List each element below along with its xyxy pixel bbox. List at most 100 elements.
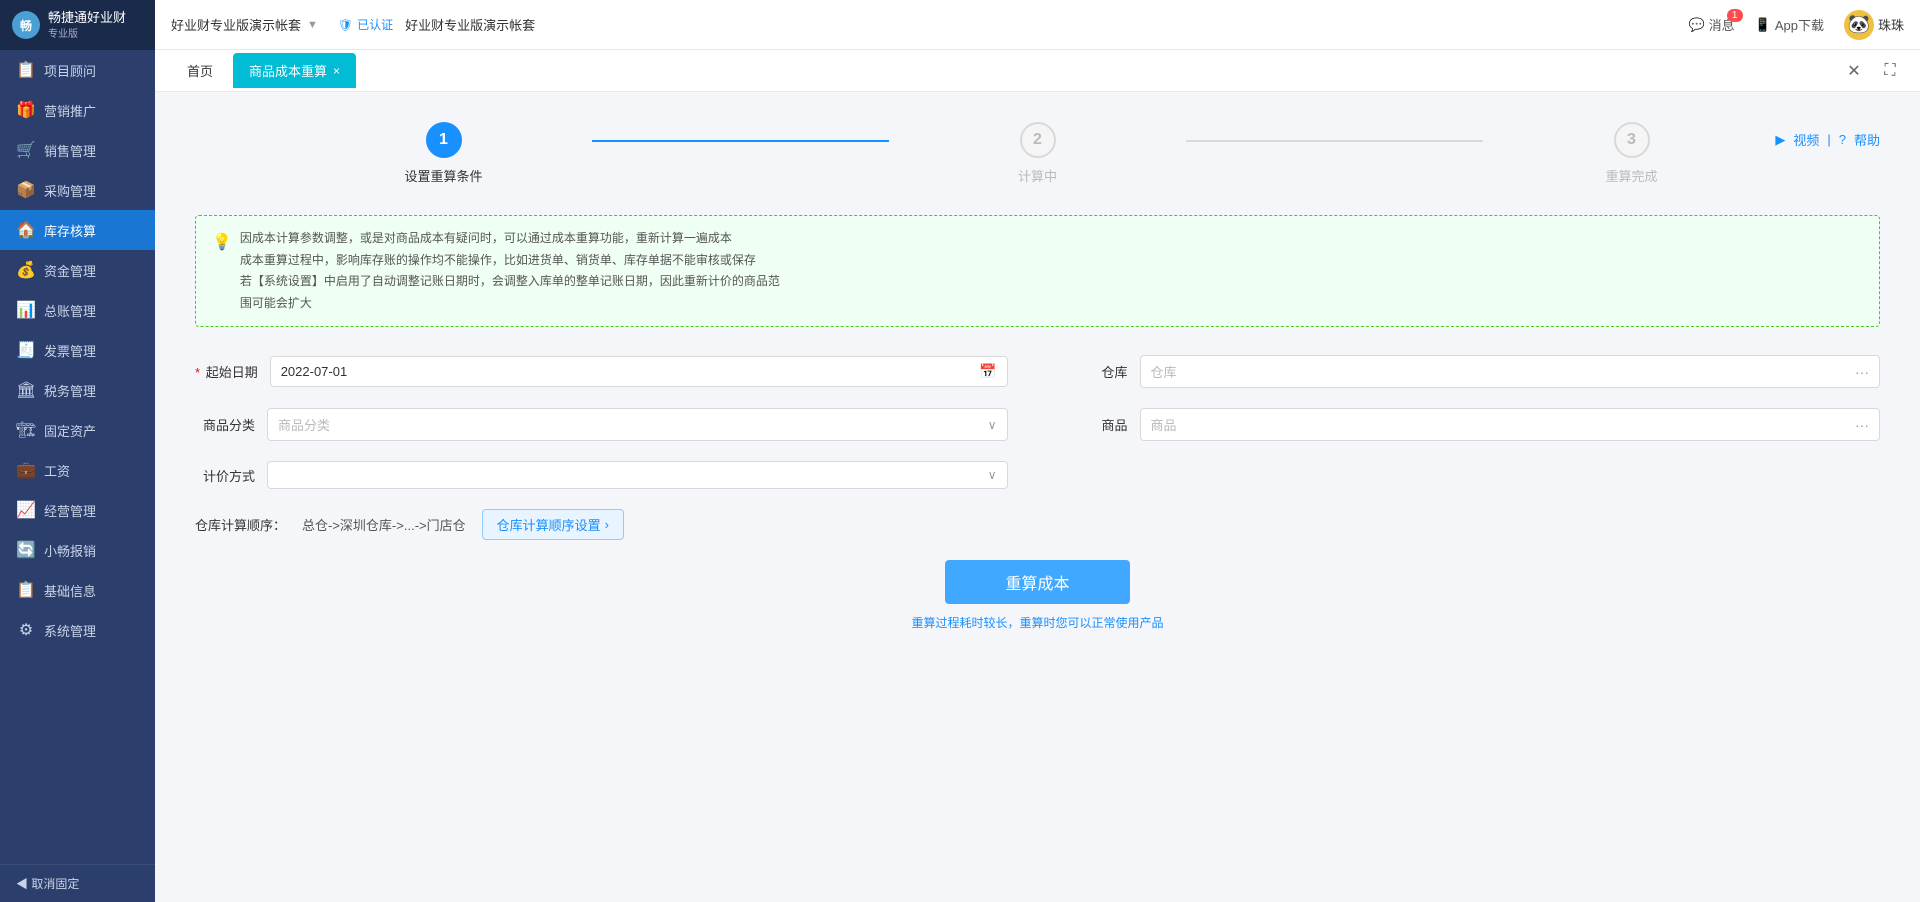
warehouse-row: 仓库 仓库 ··· [1068,355,1881,388]
sidebar-item-finance[interactable]: 💰 资金管理 [0,250,155,290]
verified-text: 已认证 [357,16,393,33]
info-line-3: 若【系统设置】中启用了自动调整记账日期时，会调整入库单的整单记账日期，因此重新计… [240,271,780,293]
form-grid: * 起始日期 2022-07-01 📅 仓库 仓库 ··· 商品分类 [195,355,1880,489]
sidebar-item-tax[interactable]: 🏛 税务管理 [0,370,155,410]
sidebar-label-tax: 税务管理 [44,381,96,400]
sidebar-icon-operation: 📈 [16,500,36,520]
sidebar-scroll: 📋 项目顾问 🎁 营销推广 🛒 销售管理 📦 采购管理 🏠 库存核算 💰 资金管… [0,50,155,864]
pricing-chevron-icon: ∨ [988,468,997,482]
active-tab-label: 商品成本重算 [249,61,327,80]
app-name: 畅捷通好业财 [48,10,126,26]
sidebar-item-operation[interactable]: 📈 经营管理 [0,490,155,530]
category-chevron-icon: ∨ [988,418,997,432]
step-2: 2 计算中 [889,122,1186,185]
sidebar-icon-inventory: 🏠 [16,220,36,240]
tab-home[interactable]: 首页 [171,53,229,88]
warehouse-input[interactable]: 仓库 ··· [1140,355,1881,388]
edition-label: 专业版 [48,25,126,40]
sidebar-label-expense: 小畅报销 [44,541,96,560]
content-area: 1 设置重算条件 2 计算中 3 重算完成 [155,92,1920,902]
start-date-label: * 起始日期 [195,362,258,381]
step-1-label: 设置重算条件 [404,166,482,185]
sidebar-item-asset[interactable]: 🏗 固定资产 [0,410,155,450]
calendar-icon: 📅 [979,363,996,380]
close-tab-icon[interactable]: × [333,64,340,78]
sidebar-item-system[interactable]: ⚙ 系统管理 [0,610,155,650]
shield-icon: 🛡 [338,18,353,32]
sidebar-icon-asset: 🏗 [16,420,36,440]
sidebar-icon-finance: 💰 [16,260,36,280]
more-icon: ··· [1855,364,1869,380]
sidebar-item-inventory[interactable]: 🏠 库存核算 [0,210,155,250]
account-selector[interactable]: 好业财专业版演示帐套 ▼ [171,15,318,34]
sidebar-item-purchase[interactable]: 📦 采购管理 [0,170,155,210]
message-badge: 1 [1727,9,1743,22]
pricing-row: 计价方式 ∨ [195,461,1008,489]
category-input[interactable]: 商品分类 ∨ [267,408,1008,441]
category-row: 商品分类 商品分类 ∨ [195,408,1008,441]
helper-links: ▶ 视频 | ? 帮助 [1775,130,1880,149]
start-date-row: * 起始日期 2022-07-01 📅 [195,355,1008,388]
step-2-circle: 2 [1020,122,1056,158]
start-date-input[interactable]: 2022-07-01 📅 [270,356,1008,387]
sidebar-footer[interactable]: ◀ 取消固定 [0,864,155,902]
play-video-icon: ▶ [1775,132,1785,148]
avatar: 🐼 [1844,10,1874,40]
mobile-icon: 📱 [1755,17,1771,33]
step-3-num: 3 [1627,131,1636,149]
sidebar: 畅 畅捷通好业财 专业版 📋 项目顾问 🎁 营销推广 🛒 销售管理 📦 采购管理… [0,0,155,902]
recalculate-btn[interactable]: 重算成本 [945,560,1129,604]
category-label: 商品分类 [195,415,255,434]
tab-cost-recalc[interactable]: 商品成本重算 × [233,53,356,88]
step-3-label: 重算完成 [1605,166,1657,185]
step-2-label: 计算中 [1018,166,1057,185]
sidebar-icon-basic: 📋 [16,580,36,600]
sidebar-item-basic[interactable]: 📋 基础信息 [0,570,155,610]
sidebar-icon-expense: 🔄 [16,540,36,560]
close-window-icon[interactable]: ✕ [1840,57,1868,85]
sidebar-item-expense[interactable]: 🔄 小畅报销 [0,530,155,570]
sidebar-label-operation: 经营管理 [44,501,96,520]
divider-1: | [1827,132,1830,147]
question-icon: ? [1839,132,1846,147]
sidebar-item-marketing[interactable]: 🎁 营销推广 [0,90,155,130]
step-3: 3 重算完成 [1483,122,1780,185]
warehouse-label: 仓库 [1068,362,1128,381]
category-placeholder: 商品分类 [278,415,330,434]
sidebar-item-ledger[interactable]: 📊 总账管理 [0,290,155,330]
step-line-2 [1186,140,1483,142]
pricing-input[interactable]: ∨ [267,461,1008,489]
sidebar-icon-system: ⚙ [16,620,36,640]
sidebar-label-asset: 固定资产 [44,421,96,440]
app-download-label: App下载 [1775,15,1824,34]
topbar-right: 💬 消息 1 📱 App下载 🐼 珠珠 [1688,10,1904,40]
calc-order-settings-btn[interactable]: 仓库计算顺序设置 › [482,509,624,540]
sidebar-label-finance: 资金管理 [44,261,96,280]
sidebar-item-sales[interactable]: 🛒 销售管理 [0,130,155,170]
tab-bar-actions: ✕ ⛶ [1840,57,1904,85]
video-link[interactable]: 视频 [1793,130,1819,149]
sidebar-label-sales: 销售管理 [44,141,96,160]
product-label: 商品 [1068,415,1128,434]
user-name: 珠珠 [1878,15,1904,34]
user-profile[interactable]: 🐼 珠珠 [1844,10,1904,40]
submit-hint: 重算过程耗时较长，重算时您可以正常使用产品 [911,614,1163,631]
step-3-circle: 3 [1614,122,1650,158]
maximize-icon[interactable]: ⛶ [1876,57,1904,85]
step-1-circle: 1 [426,122,462,158]
sidebar-item-salary[interactable]: 💼 工资 [0,450,155,490]
sidebar-label-project: 项目顾问 [44,61,96,80]
required-star: * [195,365,200,380]
step-2-num: 2 [1033,131,1042,149]
sidebar-item-project[interactable]: 📋 项目顾问 [0,50,155,90]
sidebar-label-system: 系统管理 [44,621,96,640]
account-name: 好业财专业版演示帐套 [171,15,301,34]
message-btn[interactable]: 💬 消息 1 [1688,15,1734,34]
steps-container: 1 设置重算条件 2 计算中 3 重算完成 [195,122,1880,185]
product-input[interactable]: 商品 ··· [1140,408,1881,441]
app-download-btn[interactable]: 📱 App下载 [1755,15,1824,34]
sidebar-item-invoice[interactable]: 🧾 发票管理 [0,330,155,370]
calc-order-btn-label: 仓库计算顺序设置 [497,515,601,534]
help-link[interactable]: 帮助 [1854,130,1880,149]
sidebar-label-invoice: 发票管理 [44,341,96,360]
